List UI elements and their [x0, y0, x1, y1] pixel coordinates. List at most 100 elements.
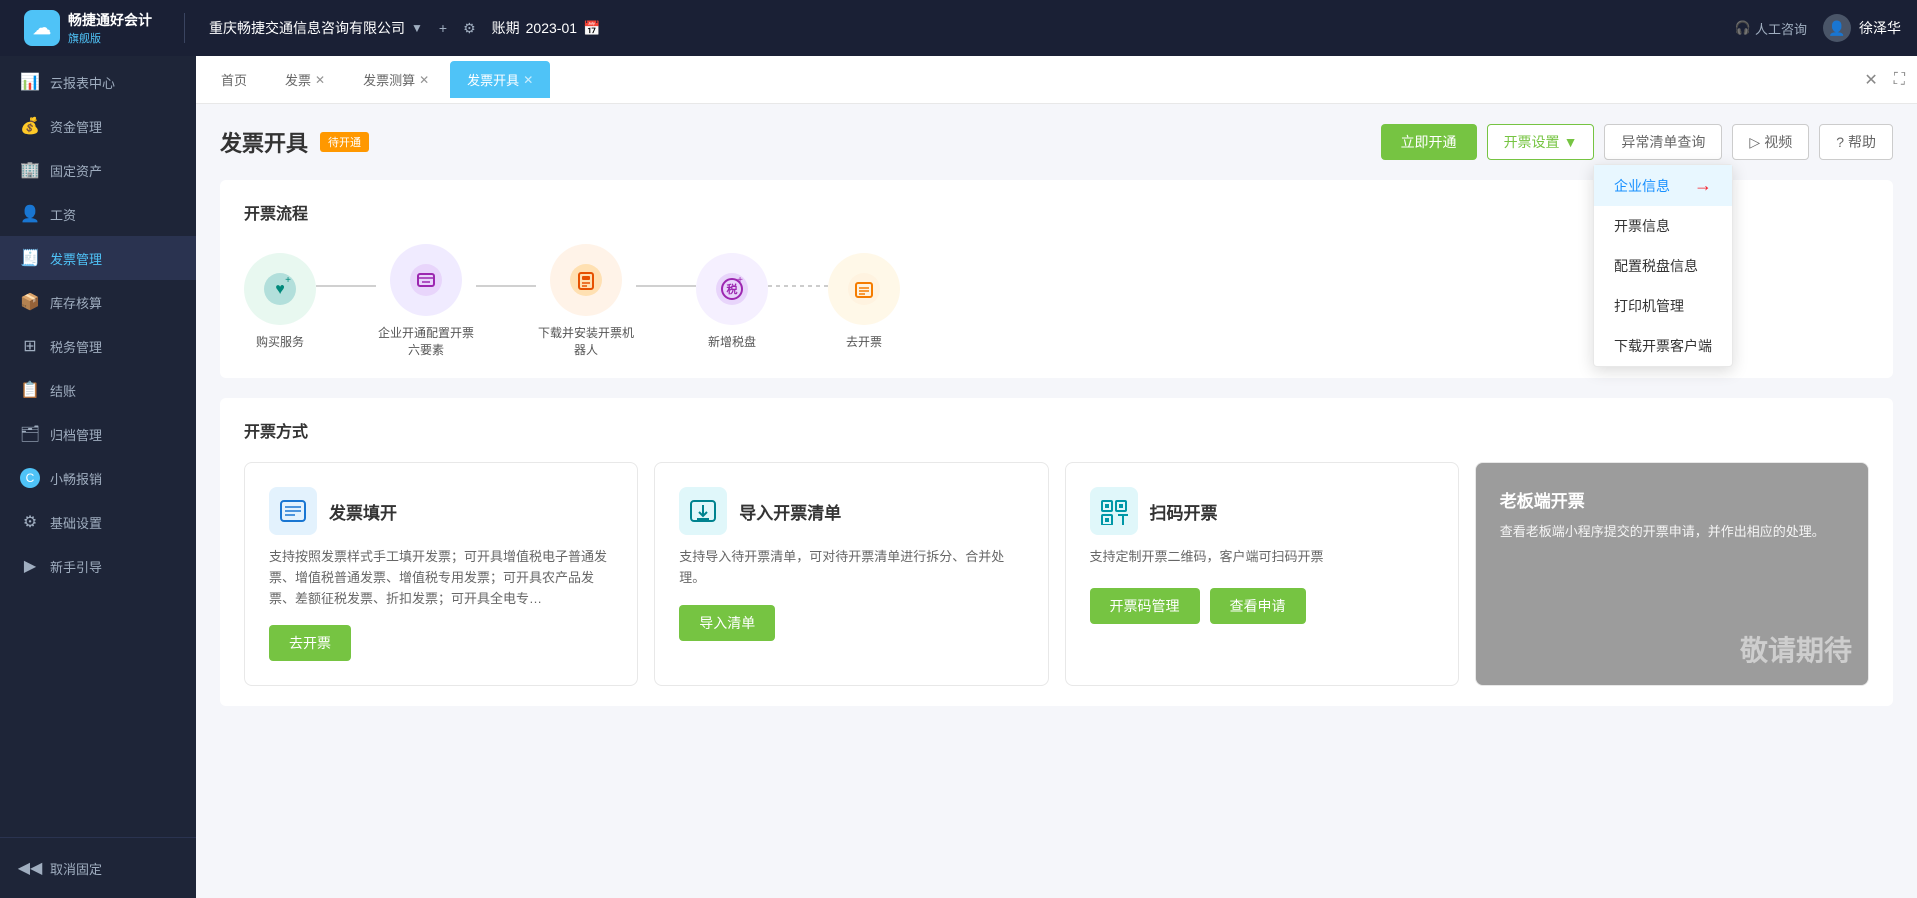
sidebar-item-gudingzichan[interactable]: 🏢 固定资产	[0, 148, 196, 192]
step-icon-2	[390, 244, 462, 316]
step-line-3	[636, 285, 696, 287]
step-label-1: 购买服务	[256, 333, 304, 350]
settings-label: 开票设置	[1504, 132, 1560, 152]
tab-home[interactable]: 首页	[204, 61, 264, 98]
fill-goto-button[interactable]: 去开票	[269, 625, 351, 661]
add-company-button[interactable]: +	[439, 20, 447, 36]
play-circle-icon: ▷	[1749, 134, 1760, 151]
tab-invoice-issue[interactable]: 发票开具 ✕	[450, 61, 550, 98]
sidebar-item-jiezhang[interactable]: 📋 结账	[0, 368, 196, 412]
sidebar-item-kucun[interactable]: 📦 库存核算	[0, 280, 196, 324]
scan-title: 扫码开票	[1150, 499, 1218, 524]
method-header-fill: 发票填开	[269, 487, 613, 535]
overlay-badge: 敬请期待	[1740, 629, 1852, 669]
sidebar-item-fapiao[interactable]: 🧾 发票管理	[0, 236, 196, 280]
sidebar-item-shuiwu[interactable]: ⊞ 税务管理	[0, 324, 196, 368]
settings-dropdown: 企业信息 → 开票信息 配置税盘信息 打印机管理 下载开票客户端	[1593, 164, 1733, 367]
tab-invoice-close[interactable]: ✕	[315, 73, 325, 87]
sidebar-bottom: ◀◀ 取消固定	[0, 837, 196, 898]
step-label-2: 企业开通配置开票六要素	[376, 324, 476, 358]
sidebar: 📊 云报表中心 💰 资金管理 🏢 固定资产 👤 工资 🧾 发票管理	[0, 56, 196, 898]
sidebar-item-jichushezhi[interactable]: ⚙ 基础设置	[0, 500, 196, 544]
sidebar-item-guidang[interactable]: 🗂 归档管理	[0, 412, 196, 456]
invoice-icon: 🧾	[20, 248, 40, 268]
dropdown-item-taxdisk[interactable]: 配置税盘信息	[1594, 246, 1732, 286]
scan-icon	[1090, 487, 1138, 535]
svg-text:+: +	[285, 275, 291, 286]
methods-section-title: 开票方式	[244, 418, 1869, 442]
tab-expand-button[interactable]: ⛶	[1890, 67, 1909, 93]
tab-invoice[interactable]: 发票 ✕	[268, 61, 342, 98]
scan-buttons: 开票码管理 查看申请	[1090, 584, 1434, 624]
boss-title: 老板端开票	[1500, 487, 1844, 512]
flow-step-4: 税 + 新增税盘	[696, 253, 768, 350]
support-button[interactable]: 🎧 人工咨询	[1735, 19, 1807, 38]
scan-desc: 支持定制开票二维码，客户端可扫码开票	[1090, 547, 1434, 568]
step-line-2	[476, 285, 536, 287]
user-area[interactable]: 👤 徐泽华	[1823, 14, 1901, 42]
chart-icon: 📊	[20, 72, 40, 92]
page-content: 发票开具 待开通 立即开通 开票设置 ▼ 异常清单查询 ▷ 视频	[196, 104, 1917, 898]
period-label: 账期	[492, 18, 520, 38]
methods-section: 开票方式	[220, 398, 1893, 706]
step-icon-4: 税 +	[696, 253, 768, 325]
svg-text:+: +	[737, 275, 743, 286]
import-title: 导入开票清单	[739, 499, 841, 524]
tax-icon: ⊞	[20, 336, 40, 356]
flow-step-1: ♥ + 购买服务	[244, 253, 316, 350]
tab-bar: 首页 发票 ✕ 发票测算 ✕ 发票开具 ✕ ✕ ⛶	[196, 56, 1917, 104]
company-selector[interactable]: 重庆畅捷交通信息咨询有限公司 ▼	[209, 18, 423, 38]
sidebar-item-gongzi[interactable]: 👤 工资	[0, 192, 196, 236]
username: 徐泽华	[1859, 18, 1901, 38]
support-label: 人工咨询	[1755, 19, 1807, 38]
import-button[interactable]: 导入清单	[679, 605, 775, 641]
tab-invoice-issue-label: 发票开具	[467, 70, 519, 89]
help-button[interactable]: ? 帮助	[1819, 124, 1893, 160]
step-line-4	[768, 285, 828, 287]
tab-bar-right: ✕ ⛶	[1860, 66, 1909, 94]
user-icon: 👤	[1828, 20, 1845, 37]
sidebar-item-xiaochang[interactable]: C 小畅报销	[0, 456, 196, 500]
page-title: 发票开具	[220, 126, 308, 158]
exception-button[interactable]: 异常清单查询	[1604, 124, 1722, 160]
fill-icon	[269, 487, 317, 535]
tab-home-label: 首页	[221, 70, 247, 89]
dropdown-item-invoice-info[interactable]: 开票信息	[1594, 206, 1732, 246]
step-label-5: 去开票	[846, 333, 882, 350]
tab-close-button[interactable]: ✕	[1860, 66, 1881, 94]
fill-title: 发票填开	[329, 499, 397, 524]
unpin-icon: ◀◀	[20, 858, 40, 878]
dropdown-item-printer[interactable]: 打印机管理	[1594, 286, 1732, 326]
import-icon	[679, 487, 727, 535]
person-icon: 👤	[20, 204, 40, 224]
open-button[interactable]: 立即开通	[1381, 124, 1477, 160]
qrcode-manage-button[interactable]: 开票码管理	[1090, 588, 1200, 624]
flow-step-5: 去开票	[828, 253, 900, 350]
sidebar-item-quxiao[interactable]: ◀◀ 取消固定	[0, 846, 196, 890]
building-icon: 🏢	[20, 160, 40, 180]
tab-invoice-issue-close[interactable]: ✕	[523, 73, 533, 87]
view-apply-button[interactable]: 查看申请	[1210, 588, 1306, 624]
logo-sub: 旗舰版	[68, 30, 101, 46]
settings-button[interactable]: ⚙	[463, 20, 476, 37]
sidebar-item-xinshou[interactable]: ▶ 新手引导	[0, 544, 196, 588]
dropdown-item-company-info[interactable]: 企业信息 →	[1594, 165, 1732, 206]
sidebar-item-yunbao[interactable]: 📊 云报表中心	[0, 60, 196, 104]
flow-step-2: 企业开通配置开票六要素	[376, 244, 476, 358]
headset-icon: 🎧	[1735, 20, 1751, 36]
tab-invoice-calc[interactable]: 发票测算 ✕	[346, 61, 446, 98]
method-card-boss: 老板端开票 查看老板端小程序提交的开票申请，并作出相应的处理。 敬请期待	[1475, 462, 1869, 686]
video-button[interactable]: ▷ 视频	[1732, 124, 1809, 160]
content-area: 首页 发票 ✕ 发票测算 ✕ 发票开具 ✕ ✕ ⛶	[196, 56, 1917, 898]
chevron-down-icon: ▼	[411, 21, 423, 35]
method-card-import: 导入开票清单 支持导入待开票清单，可对待开票清单进行拆分、合并处理。 导入清单	[654, 462, 1048, 686]
dropdown-item-download-client[interactable]: 下载开票客户端	[1594, 326, 1732, 366]
archive-icon: 🗂	[20, 424, 40, 444]
tab-invoice-calc-close[interactable]: ✕	[419, 73, 429, 87]
boss-desc: 查看老板端小程序提交的开票申请，并作出相应的处理。	[1500, 522, 1844, 543]
config-icon: ⚙	[20, 512, 40, 532]
sidebar-item-zijin[interactable]: 💰 资金管理	[0, 104, 196, 148]
top-right-actions: 🎧 人工咨询 👤 徐泽华	[1735, 14, 1901, 42]
red-arrow-icon: →	[1694, 175, 1712, 196]
settings-button[interactable]: 开票设置 ▼	[1487, 124, 1595, 160]
